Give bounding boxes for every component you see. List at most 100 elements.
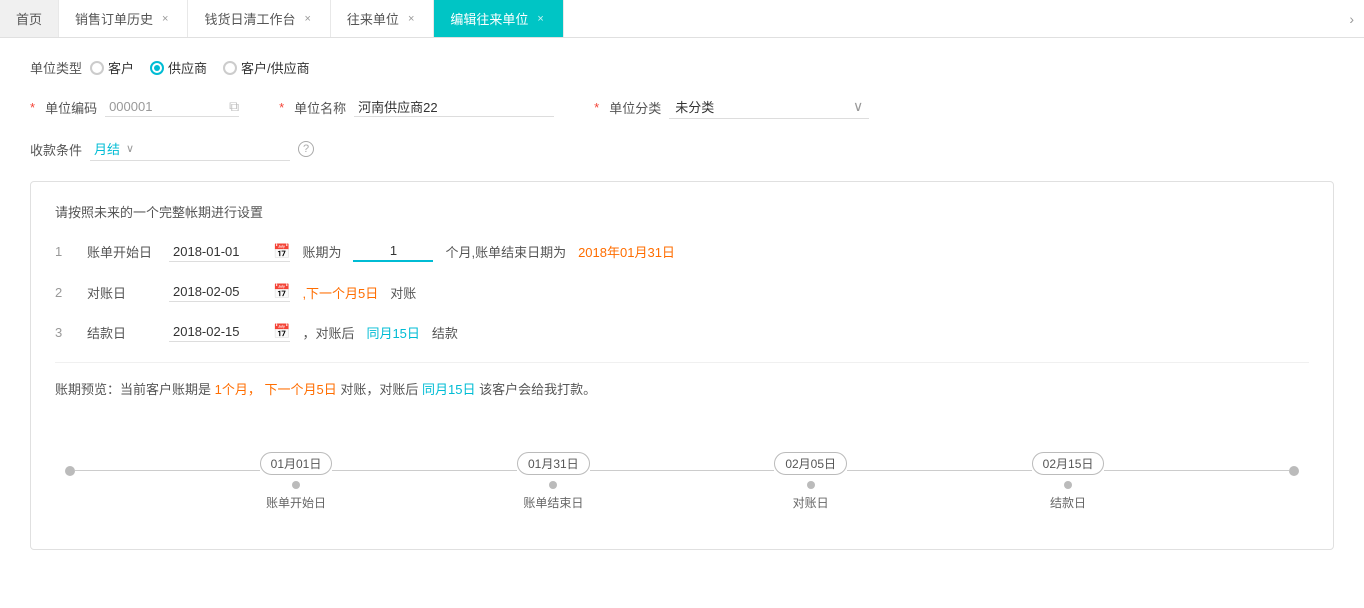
payment-help-icon[interactable]: ? [298,141,314,157]
preview-text3: 对账，对账后 [340,382,418,397]
timeline-node-3: 02月05日 对账日 [774,452,847,489]
reconcile-date-input-wrapper: 📅 [169,282,290,302]
timeline-dot-2 [549,481,557,489]
category-dropdown-arrow: ∨ [853,98,863,115]
unit-code-input-wrapper: ⧉ [105,97,239,117]
payment-dropdown[interactable]: 月结 ∨ [90,137,290,161]
timeline-caption-1: 账单开始日 [266,494,326,511]
preview-highlight1: 1个月， [215,382,261,397]
month-input[interactable] [353,241,433,262]
timeline-node-4: 02月15日 结款日 [1032,452,1105,489]
tab-home-label: 首页 [16,9,42,28]
setting-row-2: 2 对账日 📅 ,下一个月5日 对账 [55,282,1309,302]
code-name-row: * 单位编码 ⧉ * 单位名称 * 单位分类 未分类 ∨ [30,95,1334,119]
step-num-3: 3 [55,325,75,340]
unit-type-label: 单位类型 [30,58,82,77]
timeline: 01月01日 账单开始日 01月31日 账单结束日 02月05日 [55,422,1309,529]
payment-date-input[interactable] [169,322,269,341]
radio-supplier-circle [150,61,164,75]
payment-prefix: ，对账后 [302,323,354,342]
payment-value: 月结 [94,139,120,158]
tab-counterparty[interactable]: 往来单位 × [331,0,434,37]
timeline-caption-2: 账单结束日 [523,494,583,511]
reconcile-date-input[interactable] [169,282,269,301]
unit-type-field: 单位类型 客户 供应商 客户/供应商 [30,58,310,77]
timeline-caption-4: 结款日 [1050,494,1086,511]
timeline-bubble-2: 01月31日 [517,452,590,475]
unit-type-radio-group: 客户 供应商 客户/供应商 [90,58,310,77]
timeline-node-1: 01月01日 账单开始日 [260,452,333,489]
tab-edit-counterparty-label: 编辑往来单位 [450,9,528,28]
panel-title: 请按照未来的一个完整帐期进行设置 [55,202,1309,221]
tab-counterparty-label: 往来单位 [347,9,399,28]
tab-edit-counterparty-close[interactable]: × [534,12,546,26]
timeline-container: 01月01日 账单开始日 01月31日 账单结束日 02月05日 [65,452,1299,489]
timeline-seg-2 [332,470,517,471]
timeline-end-dot [1289,466,1299,476]
timeline-bubble-1: 01月01日 [260,452,333,475]
unit-code-copy-icon[interactable]: ⧉ [229,98,239,115]
timeline-seg-1 [75,470,260,471]
radio-customer[interactable]: 客户 [90,58,134,77]
radio-customer-label: 客户 [108,58,134,77]
tab-sales-history-close[interactable]: × [159,12,171,26]
tab-more-button[interactable]: › [1339,0,1364,37]
step-label-3: 结款日 [87,323,157,342]
reconcile-date-calendar-icon[interactable]: 📅 [273,283,290,300]
unit-category-dropdown[interactable]: 未分类 ∨ [669,95,869,119]
preview-highlight2: 下一个月5日 [265,382,337,397]
timeline-dot-1 [292,481,300,489]
tab-edit-counterparty[interactable]: 编辑往来单位 × [434,0,563,37]
start-date-suffix-after: 个月,账单结束日期为 [445,242,566,261]
reconcile-highlight: ,下一个月5日 [302,283,378,302]
start-date-calendar-icon[interactable]: 📅 [273,243,290,260]
tab-cashflow-label: 钱货日清工作台 [204,9,295,28]
payment-date-input-wrapper: 📅 [169,322,290,342]
unit-category-value: 未分类 [675,97,714,116]
category-required-star: * [594,100,599,115]
setting-row-3: 3 结款日 📅 ，对账后 同月15日 结款 [55,322,1309,342]
payment-row: 收款条件 月结 ∨ ? [30,137,1334,161]
settings-panel: 请按照未来的一个完整帐期进行设置 1 账单开始日 📅 账期为 个月,账单结束日期… [30,181,1334,550]
name-required-star: * [279,100,284,115]
payment-field: 收款条件 月结 ∨ ? [30,137,314,161]
start-date-suffix-before: 账期为 [302,242,341,261]
start-date-end-highlight: 2018年01月31日 [578,242,675,261]
unit-category-field: * 单位分类 未分类 ∨ [594,95,869,119]
radio-supplier[interactable]: 供应商 [150,58,207,77]
step-label-1: 账单开始日 [87,242,157,261]
tab-counterparty-close[interactable]: × [405,12,417,26]
timeline-seg-4 [847,470,1032,471]
radio-both-circle [223,61,237,75]
unit-name-input[interactable] [354,97,554,117]
radio-customer-circle [90,61,104,75]
unit-category-label: 单位分类 [609,98,661,117]
code-required-star: * [30,100,35,115]
payment-dropdown-arrow: ∨ [126,142,134,155]
radio-both[interactable]: 客户/供应商 [223,58,310,77]
preview-section: 账期预览：当前客户账期是 1个月， 下一个月5日 对账，对账后 同月15日 该客… [55,362,1309,529]
unit-name-field: * 单位名称 [279,97,554,117]
preview-highlight3: 同月15日 [422,382,475,397]
tab-sales-history[interactable]: 销售订单历史 × [59,0,188,37]
payment-highlight: 同月15日 [366,323,419,342]
step-num-1: 1 [55,244,75,259]
setting-row-1: 1 账单开始日 📅 账期为 个月,账单结束日期为 2018年01月31日 [55,241,1309,262]
unit-code-input[interactable] [105,97,225,116]
step-num-2: 2 [55,285,75,300]
timeline-bubble-3: 02月05日 [774,452,847,475]
tab-home[interactable]: 首页 [0,0,59,37]
preview-label: 账期预览：当前客户账期是 [55,382,211,397]
main-content: 单位类型 客户 供应商 客户/供应商 * 单位编码 [0,38,1364,608]
timeline-seg-3 [590,470,775,471]
start-date-input[interactable] [169,242,269,261]
tab-cashflow-close[interactable]: × [301,12,313,26]
step-label-2: 对账日 [87,283,157,302]
payment-date-calendar-icon[interactable]: 📅 [273,323,290,340]
preview-text: 账期预览：当前客户账期是 1个月， 下一个月5日 对账，对账后 同月15日 该客… [55,379,1309,398]
preview-text4: 该客户会给我打款。 [479,382,596,397]
timeline-dot-3 [807,481,815,489]
payment-suffix: 结款 [432,323,458,342]
reconcile-suffix: 对账 [390,283,416,302]
tab-cashflow[interactable]: 钱货日清工作台 × [188,0,330,37]
